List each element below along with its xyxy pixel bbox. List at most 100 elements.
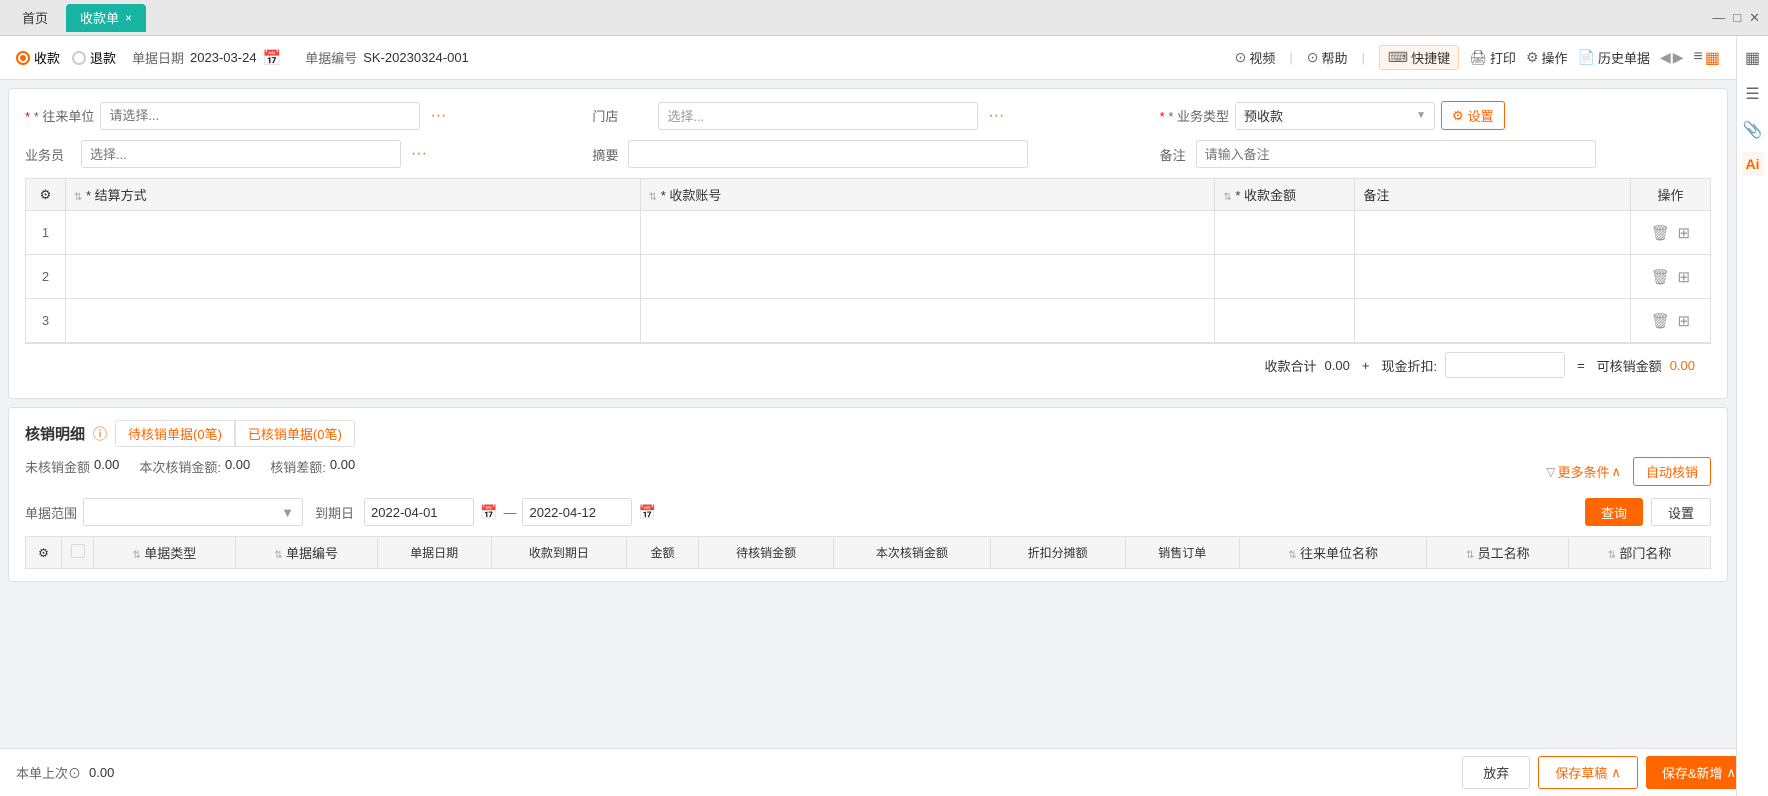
row-1-note[interactable] [1355, 211, 1631, 255]
writeoff-table: ⚙ ⇅ 单据类型 ⇅ 单据编号 单据日期 收款到期日 金额 待核销 [25, 536, 1711, 569]
help-action[interactable]: ⊙ 帮助 [1307, 48, 1348, 67]
range-label: 单据范围 [25, 503, 77, 522]
date-calendar-icon[interactable]: 📅 [263, 49, 282, 67]
writeoff-info-icon[interactable]: ⓘ [93, 424, 107, 444]
store-select[interactable]: 选择... [658, 102, 978, 130]
date-field: 单据日期 2023-03-24 📅 [132, 48, 281, 67]
sidebar-list-icon[interactable]: ☰ [1741, 80, 1763, 108]
row-2-amount[interactable] [1215, 255, 1355, 299]
summary-label: 摘要 [592, 145, 622, 164]
tab-home[interactable]: 首页 [8, 4, 62, 32]
footer-left: 本单上次⊙ 0.00 [16, 763, 114, 782]
table-header-settlement: ⇅ * 结算方式 [66, 179, 641, 211]
row-2-note[interactable] [1355, 255, 1631, 299]
bt-header-gear[interactable]: ⚙ [26, 537, 62, 569]
print-action[interactable]: 🖨 打印 [1469, 48, 1516, 67]
due-date-from[interactable] [364, 498, 474, 526]
form-row-2: 业务员 ··· 摘要 备注 [25, 140, 1711, 168]
tab-done[interactable]: 已核销单据(0笔) [235, 420, 355, 447]
table-header-gear[interactable]: ⚙ [26, 179, 66, 211]
shortcut-label: 快捷键 [1411, 48, 1450, 67]
range-select[interactable]: ▼ [83, 498, 303, 526]
business-type-field: * * 业务类型 预收款 ▼ ⚙ 设置 [1160, 101, 1711, 130]
save-draft-button[interactable]: 保存草稿 ∧ [1538, 756, 1638, 789]
partner-input[interactable] [100, 102, 420, 130]
row-1-account[interactable] [640, 211, 1215, 255]
bt-header-dept: ⇅ 部门名称 [1569, 537, 1711, 569]
plus-sign: + [1362, 358, 1370, 373]
row-2-settlement[interactable] [66, 255, 641, 299]
calendar-to-icon[interactable]: 📅 [638, 504, 655, 521]
summary-input[interactable] [628, 140, 1028, 168]
no-field: 单据编号 SK-20230324-001 [305, 48, 469, 67]
layout-list-icon[interactable]: ≡ [1694, 48, 1703, 68]
filter-settings-button[interactable]: 设置 [1651, 498, 1711, 526]
row-3-settlement[interactable] [66, 299, 641, 343]
row-1-delete[interactable]: 🗑 [1651, 225, 1670, 242]
sidebar-ai-icon[interactable]: Ai [1742, 152, 1764, 176]
row-3-account[interactable] [640, 299, 1215, 343]
operation-action[interactable]: ⚙ 操作 [1526, 48, 1568, 67]
close-btn[interactable]: ✕ [1749, 10, 1760, 26]
more-filter-btn[interactable]: ▽ 更多条件 ∧ [1546, 462, 1621, 481]
receipt-radio[interactable]: 收款 [16, 48, 60, 67]
tab-receipt[interactable]: 收款单 × [66, 4, 146, 32]
partner-dots[interactable]: ··· [430, 107, 446, 125]
uncancelled-value: 0.00 [94, 457, 119, 486]
note-input[interactable] [1196, 140, 1596, 168]
more-filter-arrow: ∧ [1611, 464, 1621, 480]
sidebar-attachment-icon[interactable]: 📎 [1739, 116, 1767, 144]
salesperson-input[interactable] [81, 140, 401, 168]
row-1-amount[interactable] [1215, 211, 1355, 255]
calendar-from-icon[interactable]: 📅 [480, 504, 497, 521]
tab-receipt-close[interactable]: × [125, 11, 132, 25]
query-button[interactable]: 查询 [1585, 498, 1643, 526]
row-2-delete[interactable]: 🗑 [1651, 269, 1670, 286]
discount-input[interactable] [1445, 352, 1565, 378]
salesperson-dots[interactable]: ··· [411, 145, 427, 163]
auto-writeoff-btn[interactable]: 自动核销 [1633, 457, 1711, 486]
discount-label: 现金折扣: [1381, 356, 1437, 375]
due-label: 到期日 [315, 503, 354, 522]
shortcut-action[interactable]: ⌨ 快捷键 [1379, 45, 1459, 70]
bt-header-check[interactable] [62, 537, 94, 569]
nav-next[interactable]: ▶ [1673, 49, 1684, 66]
business-type-select[interactable]: 预收款 ▼ [1235, 102, 1435, 130]
row-2-copy[interactable]: ⊞ [1678, 269, 1691, 286]
carry-label: 本单上次⊙ [16, 763, 81, 782]
row-3-delete[interactable]: 🗑 [1651, 313, 1670, 330]
tab-pending[interactable]: 待核销单据(0笔) [115, 420, 235, 447]
row-3-note[interactable] [1355, 299, 1631, 343]
row-2-account[interactable] [640, 255, 1215, 299]
refund-radio[interactable]: 退款 [72, 48, 116, 67]
row-1-settlement[interactable] [66, 211, 641, 255]
sidebar-table-icon[interactable]: ▦ [1741, 44, 1764, 72]
layout-grid-icon[interactable]: ▦ [1705, 48, 1720, 68]
no-value: SK-20230324-001 [363, 50, 469, 65]
save-new-label: 保存&新增 [1662, 763, 1723, 782]
select-all-checkbox[interactable] [71, 544, 85, 558]
toolbar-actions: ⊙ 视频 | ⊙ 帮助 | ⌨ 快捷键 🖨 打印 ⚙ 操作 📄 历史单据 ◀ ▶ [1235, 45, 1720, 70]
uncancelled-stat: 未核销金额 0.00 [25, 457, 119, 486]
store-field: 门店 选择... ··· [592, 102, 1143, 130]
this-writeoff-label: 本次核销金额: [139, 457, 221, 486]
store-dots[interactable]: ··· [988, 107, 1004, 125]
abandon-button[interactable]: 放弃 [1462, 756, 1530, 789]
history-action[interactable]: 📄 历史单据 [1578, 48, 1650, 67]
table-row: 2 🗑 ⊞ [26, 255, 1711, 299]
row-3-copy[interactable]: ⊞ [1678, 313, 1691, 330]
partner-label: * * 往来单位 [25, 106, 94, 125]
nav-prev[interactable]: ◀ [1660, 49, 1671, 66]
settings-button[interactable]: ⚙ 设置 [1441, 101, 1505, 130]
maximize-btn[interactable]: □ [1733, 10, 1741, 25]
video-label: 视频 [1249, 48, 1275, 67]
row-1-actions: 🗑 ⊞ [1631, 211, 1711, 255]
row-3-amount[interactable] [1215, 299, 1355, 343]
writeoff-section: 核销明细 ⓘ 待核销单据(0笔) 已核销单据(0笔) 未核销金额 0.00 本次… [8, 407, 1728, 582]
due-date-to[interactable] [522, 498, 632, 526]
minimize-btn[interactable]: — [1712, 10, 1725, 25]
range-field: 单据范围 ▼ [25, 498, 303, 526]
video-action[interactable]: ⊙ 视频 [1235, 48, 1276, 67]
row-1-copy[interactable]: ⊞ [1678, 225, 1691, 242]
net-value: 0.00 [1670, 358, 1695, 373]
